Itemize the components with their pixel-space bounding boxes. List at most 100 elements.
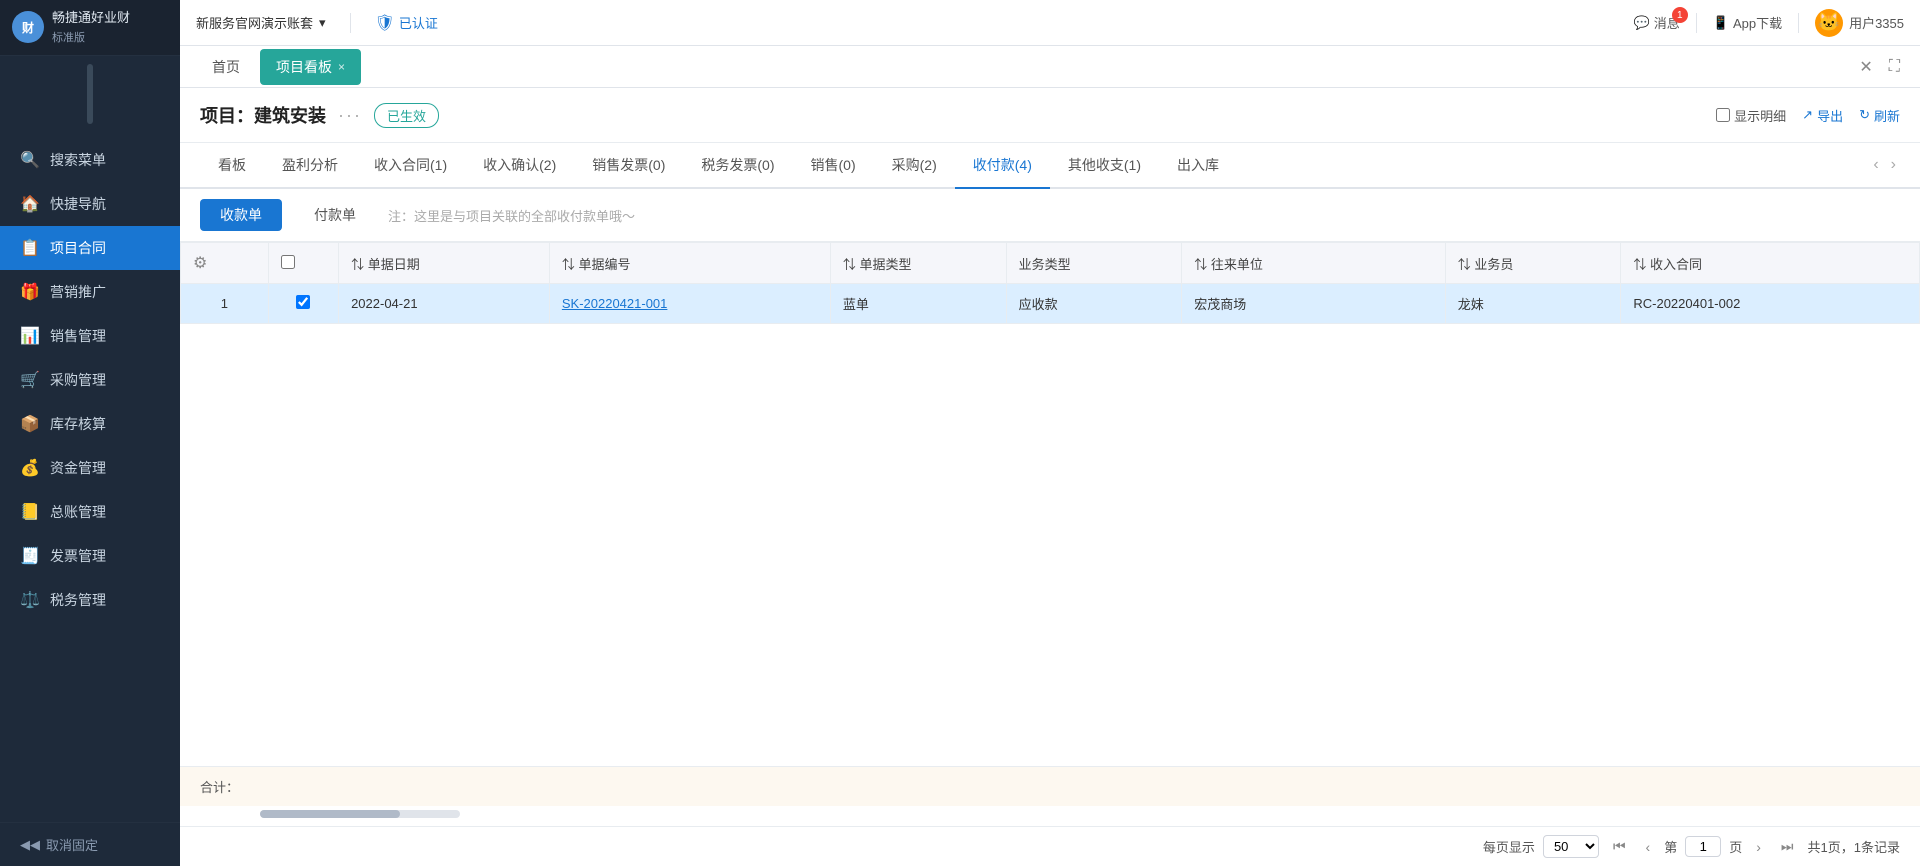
topbar-divider-2: [1798, 13, 1799, 33]
user-menu[interactable]: 🐱 用户3355: [1815, 9, 1904, 37]
th-doc-type[interactable]: ⇅ 单据类型: [830, 243, 1006, 284]
th-code[interactable]: ⇅ 单据编号: [549, 243, 830, 284]
sub-nav-tax_invoice[interactable]: 税务发票(0): [683, 143, 792, 189]
sidebar-item-label: 库存核算: [50, 414, 106, 434]
sidebar-item-tax[interactable]: ⚖️ 税务管理: [0, 578, 180, 622]
sub-nav: 看板盈利分析收入合同(1)收入确认(2)销售发票(0)税务发票(0)销售(0)采…: [180, 143, 1920, 189]
quick-icon: 🏠: [20, 194, 40, 214]
tab-actions: ✕ ⛶: [1855, 53, 1904, 81]
sidebar-item-label: 采购管理: [50, 370, 106, 390]
sidebar-item-finance[interactable]: 💰 资金管理: [0, 446, 180, 490]
th-contract[interactable]: ⇅ 收入合同: [1621, 243, 1920, 284]
th-staff[interactable]: ⇅ 业务员: [1445, 243, 1621, 284]
table-footer: 合计：: [180, 766, 1920, 806]
sub-nav-income_contract[interactable]: 收入合同(1): [356, 143, 465, 189]
more-options-icon[interactable]: ···: [338, 105, 362, 126]
sidebar-item-ledger[interactable]: 📒 总账管理: [0, 490, 180, 534]
topbar-divider-1: [1696, 13, 1697, 33]
refresh-label: 刷新: [1874, 106, 1900, 125]
page-size-select[interactable]: 50 100 200: [1543, 835, 1599, 858]
tab-close-icon[interactable]: ×: [338, 60, 345, 74]
sidebar-nav: 🔍 搜索菜单 🏠 快捷导航 📋 项目合同 🎁 营销推广 📊 销售管理 🛒 采购管…: [0, 132, 180, 822]
sub-nav-sales[interactable]: 销售(0): [793, 143, 874, 189]
show-detail-checkbox[interactable]: [1716, 108, 1730, 122]
sidebar-item-inventory[interactable]: 📦 库存核算: [0, 402, 180, 446]
show-detail-label: 显示明细: [1734, 106, 1786, 125]
app-download-button[interactable]: 📱 App下载: [1713, 13, 1782, 32]
sub-nav-purchase[interactable]: 采购(2): [874, 143, 955, 189]
scrollbar-thumb: [260, 810, 400, 818]
tab-project-kanban[interactable]: 项目看板 ×: [260, 49, 361, 85]
sidebar-footer-cancel-fixed[interactable]: ◀◀ 取消固定: [0, 822, 180, 866]
sidebar-edition: 标准版: [52, 29, 130, 45]
certified-label: 已认证: [399, 13, 438, 32]
sidebar-item-label: 资金管理: [50, 458, 106, 478]
last-page-button[interactable]: ⏭: [1775, 836, 1800, 857]
account-selector[interactable]: 新服务官网演示账套 ▾: [196, 13, 326, 32]
tab-payment[interactable]: 付款单: [294, 199, 376, 231]
th-check: [268, 243, 338, 284]
sidebar-item-label: 搜索菜单: [50, 150, 106, 170]
sidebar-item-sales[interactable]: 📊 销售管理: [0, 314, 180, 358]
sidebar-item-label: 营销推广: [50, 282, 106, 302]
export-label: 导出: [1817, 106, 1843, 125]
sidebar-item-invoice[interactable]: 🧾 发票管理: [0, 534, 180, 578]
topbar-right: 💬 消息 1 📱 App下载 🐱 用户3355: [1634, 9, 1904, 37]
prev-page-button[interactable]: ‹: [1640, 837, 1657, 857]
cell-code[interactable]: SK-20220421-001: [549, 284, 830, 324]
message-button[interactable]: 💬 消息 1: [1634, 13, 1680, 32]
export-button[interactable]: ↗ 导出: [1802, 106, 1843, 125]
next-page-button[interactable]: ›: [1750, 837, 1767, 857]
select-all-checkbox[interactable]: [281, 255, 295, 269]
sub-nav-receipt[interactable]: 收付款(4): [955, 143, 1050, 189]
sidebar-item-quick[interactable]: 🏠 快捷导航: [0, 182, 180, 226]
sub-nav-profit[interactable]: 盈利分析: [264, 143, 356, 189]
export-icon: ↗: [1802, 107, 1813, 123]
first-page-button[interactable]: ⏮: [1607, 836, 1632, 857]
th-date[interactable]: ⇅ 单据日期: [339, 243, 550, 284]
sidebar: 财 畅捷通好业财 标准版 🔍 搜索菜单 🏠 快捷导航 📋 项目合同 🎁 营销推广…: [0, 0, 180, 866]
sub-nav-next-arrow[interactable]: ›: [1887, 156, 1900, 174]
show-detail-toggle[interactable]: 显示明细: [1716, 106, 1786, 125]
tab-home[interactable]: 首页: [196, 49, 256, 85]
sub-nav-other_expense[interactable]: 其他收支(1): [1050, 143, 1159, 189]
tab-note: 注：这里是与项目关联的全部收付款单哦～: [388, 206, 635, 225]
th-partner[interactable]: ⇅ 往来单位: [1182, 243, 1445, 284]
tax-icon: ⚖️: [20, 590, 40, 610]
cell-doc-type: 蓝单: [830, 284, 1006, 324]
sidebar-item-purchase[interactable]: 🛒 采购管理: [0, 358, 180, 402]
sub-nav-prev-arrow[interactable]: ‹: [1869, 156, 1882, 174]
doc-code-link[interactable]: SK-20220421-001: [562, 296, 668, 311]
sub-nav-sales_invoice[interactable]: 销售发票(0): [574, 143, 683, 189]
sub-nav-income_confirm[interactable]: 收入确认(2): [465, 143, 574, 189]
th-index: ⚙: [181, 243, 269, 284]
user-name: 用户3355: [1849, 13, 1904, 32]
page-size-label: 每页显示: [1483, 837, 1535, 856]
sidebar-item-search[interactable]: 🔍 搜索菜单: [0, 138, 180, 182]
page-label: 第: [1664, 837, 1677, 856]
tab-bar: 首页 项目看板 × ✕ ⛶: [180, 46, 1920, 88]
cell-index: 1: [181, 284, 269, 324]
ledger-icon: 📒: [20, 502, 40, 522]
content-area: 项目：建筑安装 ··· 已生效 显示明细 ↗ 导出 ↻ 刷新 看: [180, 88, 1920, 866]
cell-check[interactable]: [268, 284, 338, 324]
page-input[interactable]: [1685, 836, 1721, 857]
tab-receipt[interactable]: 收款单: [200, 199, 282, 231]
cell-staff: 龙妹: [1445, 284, 1621, 324]
refresh-button[interactable]: ↻ 刷新: [1859, 106, 1900, 125]
total-label: 合计：: [200, 777, 239, 796]
sub-nav-kanban[interactable]: 看板: [200, 143, 264, 189]
table-row[interactable]: 1 2022-04-21 SK-20220421-001 蓝单 应收款 宏茂商场…: [181, 284, 1920, 324]
row-checkbox[interactable]: [296, 295, 310, 309]
sidebar-item-marketing[interactable]: 🎁 营销推广: [0, 270, 180, 314]
horizontal-scrollbar-area: [180, 806, 1920, 826]
th-biz-type: 业务类型: [1006, 243, 1182, 284]
refresh-icon: ↻: [1859, 107, 1870, 123]
settings-icon[interactable]: ⚙: [193, 255, 207, 272]
horizontal-scrollbar[interactable]: [260, 810, 460, 818]
main-area: 新服务官网演示账套 ▾ 🛡 已认证 💬 消息 1 📱 App下载 🐱 用户335…: [180, 0, 1920, 866]
sub-nav-warehouse[interactable]: 出入库: [1159, 143, 1237, 189]
close-window-button[interactable]: ✕: [1855, 53, 1876, 81]
maximize-button[interactable]: ⛶: [1885, 53, 1904, 81]
sidebar-item-contract[interactable]: 📋 项目合同: [0, 226, 180, 270]
